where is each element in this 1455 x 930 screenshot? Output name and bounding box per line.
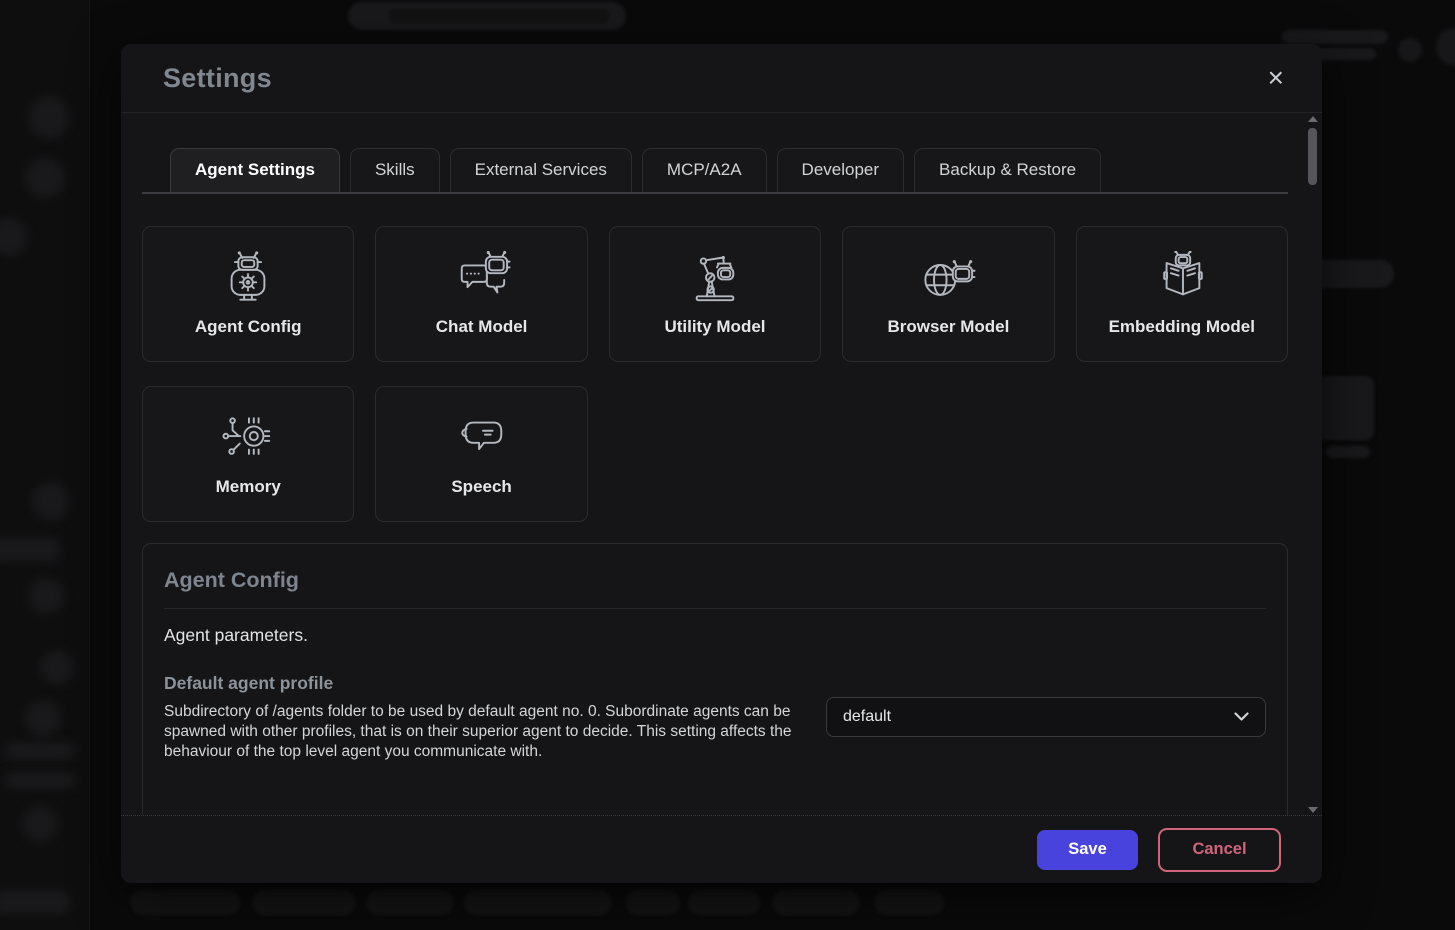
background-sidebar <box>0 0 90 930</box>
modal-title: Settings <box>163 63 272 94</box>
agent-config-section: Agent Config Agent parameters. Default a… <box>142 543 1288 815</box>
utility-model-robot-arm-icon <box>684 251 746 305</box>
tab-mcp-a2a[interactable]: MCP/A2A <box>642 148 767 192</box>
close-icon[interactable]: × <box>1260 60 1292 96</box>
card-chat-model[interactable]: Chat Model <box>375 226 587 362</box>
tab-skills[interactable]: Skills <box>350 148 440 192</box>
card-memory[interactable]: Memory <box>142 386 354 522</box>
chevron-down-icon <box>1234 708 1249 726</box>
scroll-up-arrow-icon[interactable] <box>1308 116 1318 122</box>
speech-bubble-icon <box>451 411 513 465</box>
chat-model-robot-bubbles-icon <box>451 251 513 305</box>
card-label: Speech <box>451 477 511 497</box>
settings-modal: Settings × Agent Settings Skills Externa… <box>121 44 1322 883</box>
embedding-model-book-robot-icon <box>1151 251 1213 305</box>
tab-developer[interactable]: Developer <box>777 148 905 192</box>
card-speech[interactable]: Speech <box>375 386 587 522</box>
save-button[interactable]: Save <box>1037 830 1138 870</box>
default-agent-profile-field: Default agent profile Subdirectory of /a… <box>164 673 1266 762</box>
agent-config-robot-icon <box>217 251 279 305</box>
field-description: Subdirectory of /agents folder to be use… <box>164 702 808 762</box>
card-label: Memory <box>216 477 281 497</box>
card-embedding-model[interactable]: Embedding Model <box>1076 226 1288 362</box>
tab-backup-restore[interactable]: Backup & Restore <box>914 148 1101 192</box>
field-text: Default agent profile Subdirectory of /a… <box>164 673 808 762</box>
card-label: Embedding Model <box>1109 317 1255 337</box>
card-browser-model[interactable]: Browser Model <box>842 226 1054 362</box>
section-divider <box>164 608 1266 609</box>
memory-circuit-gear-icon <box>217 411 279 465</box>
section-subtitle: Agent parameters. <box>164 625 1266 646</box>
card-utility-model[interactable]: Utility Model <box>609 226 821 362</box>
select-value: default <box>843 708 891 726</box>
modal-header: Settings × <box>121 44 1322 113</box>
browser-model-globe-robot-icon <box>917 251 979 305</box>
default-agent-profile-select[interactable]: default <box>826 697 1266 737</box>
scrollbar-thumb[interactable] <box>1308 128 1317 185</box>
modal-content: Agent Settings Skills External Services … <box>121 114 1302 815</box>
field-control: default <box>826 697 1266 737</box>
tab-external-services[interactable]: External Services <box>450 148 632 192</box>
settings-card-grid: Agent Config Chat Mo <box>142 226 1288 522</box>
card-label: Agent Config <box>195 317 302 337</box>
card-label: Chat Model <box>436 317 528 337</box>
card-agent-config[interactable]: Agent Config <box>142 226 354 362</box>
card-label: Browser Model <box>887 317 1009 337</box>
tab-agent-settings[interactable]: Agent Settings <box>170 148 340 192</box>
field-label: Default agent profile <box>164 673 808 694</box>
card-label: Utility Model <box>664 317 765 337</box>
tab-bar: Agent Settings Skills External Services … <box>142 148 1288 194</box>
modal-scrollbar <box>1306 116 1319 813</box>
cancel-button[interactable]: Cancel <box>1158 828 1281 872</box>
scroll-down-arrow-icon[interactable] <box>1308 807 1318 813</box>
modal-footer: Save Cancel <box>121 815 1322 883</box>
section-title: Agent Config <box>164 568 1266 593</box>
